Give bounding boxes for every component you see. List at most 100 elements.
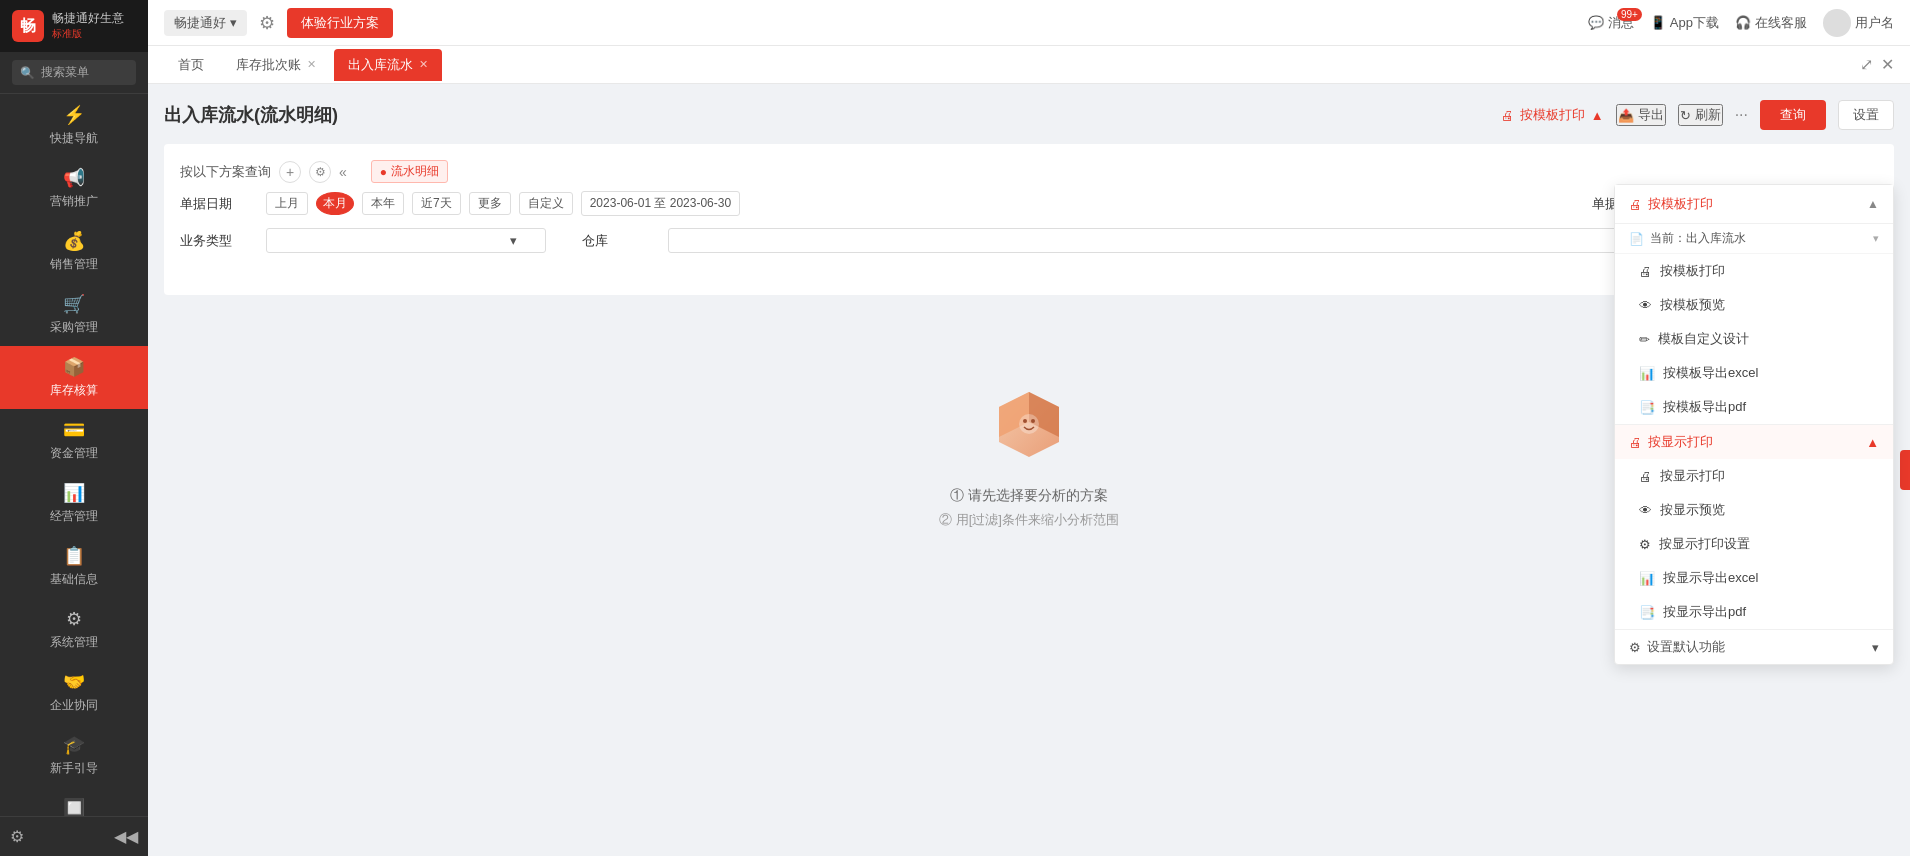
dropdown-item-display-preview[interactable]: 👁 按显示预览 bbox=[1615, 493, 1893, 527]
app-download-label: App下载 bbox=[1670, 14, 1719, 32]
dropdown-item-template-pdf[interactable]: 📑 按模板导出pdf bbox=[1615, 390, 1893, 424]
capital-icon: 💳 bbox=[63, 419, 85, 441]
date-btn-this-month[interactable]: 本月 bbox=[316, 192, 354, 215]
dropdown-title-label: 按模板打印 bbox=[1648, 195, 1713, 213]
cooperation-icon: 🤝 bbox=[63, 671, 85, 693]
sidebar: 畅 畅捷通好生意 标准版 🔍 搜索菜单 ⚡ 快捷导航 📢 营销推广 💰 销售管理… bbox=[0, 0, 148, 856]
printer-icon: 🖨 bbox=[1501, 108, 1514, 123]
inventory-label: 库存核算 bbox=[50, 382, 98, 399]
dropdown-item-display-excel[interactable]: 📊 按显示导出excel bbox=[1615, 561, 1893, 595]
date-btn-custom[interactable]: 自定义 bbox=[519, 192, 573, 215]
refresh-btn[interactable]: ↻ 刷新 bbox=[1678, 104, 1723, 126]
app-edition: 标准版 bbox=[52, 27, 124, 41]
date-btn-7days[interactable]: 近7天 bbox=[412, 192, 461, 215]
sidebar-settings-icon[interactable]: ⚙ bbox=[10, 827, 24, 846]
sidebar-item-inventory[interactable]: 📦 库存核算 bbox=[0, 346, 148, 409]
filter-biztype-select[interactable]: ▾ bbox=[266, 228, 546, 253]
tab-flow-close-icon[interactable]: ✕ bbox=[419, 58, 428, 71]
dropdown-footer[interactable]: ⚙ 设置默认功能 ▾ bbox=[1615, 630, 1893, 664]
marketing-label: 营销推广 bbox=[50, 193, 98, 210]
main-content: 畅捷通好 ▾ ⚙ 体验行业方案 💬 消息 99+ 📱 App下载 🎧 在线客服 bbox=[148, 0, 1910, 856]
sidebar-item-operations[interactable]: 📊 经营管理 bbox=[0, 472, 148, 535]
purchase-label: 采购管理 bbox=[50, 319, 98, 336]
dropdown-header: 🖨 按模板打印 ▲ bbox=[1615, 185, 1893, 224]
export-btn[interactable]: 📤 导出 bbox=[1616, 104, 1666, 126]
tab-expand-icon[interactable]: ⤢ bbox=[1860, 55, 1873, 74]
tab-close-all-icon[interactable]: ✕ bbox=[1881, 55, 1894, 74]
sidebar-item-apps[interactable]: 🔲 应用中心 bbox=[0, 787, 148, 816]
date-range-display[interactable]: 2023-06-01 至 2023-06-30 bbox=[581, 191, 740, 216]
dropdown-item-display-settings[interactable]: ⚙ 按显示打印设置 bbox=[1615, 527, 1893, 561]
dropdown-display-section: 🖨 按显示打印 👁 按显示预览 ⚙ 按显示打印设置 📊 按显示导出excel 📑 bbox=[1615, 459, 1893, 630]
dropdown-item-template-print[interactable]: 🖨 按模板打印 bbox=[1615, 254, 1893, 288]
tab-batch-label: 库存批次账 bbox=[236, 56, 301, 74]
tab-flow[interactable]: 出入库流水 ✕ bbox=[334, 49, 442, 81]
date-btn-more[interactable]: 更多 bbox=[469, 192, 511, 215]
customer-service-label: 在线客服 bbox=[1755, 14, 1807, 32]
filter-settings-btn[interactable]: ⚙ bbox=[309, 161, 331, 183]
guide-icon: 🎓 bbox=[63, 734, 85, 756]
avatar bbox=[1823, 9, 1851, 37]
tab-batch[interactable]: 库存批次账 ✕ bbox=[222, 49, 330, 81]
dropdown-collapse-icon[interactable]: ▲ bbox=[1867, 197, 1879, 211]
tab-home[interactable]: 首页 bbox=[164, 49, 218, 81]
dropdown-item-template-custom[interactable]: ✏ 模板自定义设计 bbox=[1615, 322, 1893, 356]
empty-hint-2: ② 用[过滤]条件来缩小分析范围 bbox=[939, 511, 1119, 529]
sidebar-item-cooperation[interactable]: 🤝 企业协同 bbox=[0, 661, 148, 724]
template-pdf-item-label: 按模板导出pdf bbox=[1663, 398, 1746, 416]
dropdown-sub-arrow-icon: ▾ bbox=[1873, 232, 1879, 245]
sidebar-item-system[interactable]: ⚙ 系统管理 bbox=[0, 598, 148, 661]
message-badge: 99+ bbox=[1617, 8, 1642, 21]
basics-icon: 📋 bbox=[63, 545, 85, 567]
filter-date-label: 单据日期 bbox=[180, 195, 250, 213]
display-print-icon: 🖨 bbox=[1639, 469, 1652, 484]
operations-icon: 📊 bbox=[63, 482, 85, 504]
settings-btn[interactable]: 设置 bbox=[1838, 100, 1894, 130]
customer-service-btn[interactable]: 🎧 在线客服 bbox=[1735, 14, 1807, 32]
header-settings-icon[interactable]: ⚙ bbox=[259, 12, 275, 34]
query-btn[interactable]: 查询 bbox=[1760, 100, 1826, 130]
sidebar-item-basics[interactable]: 📋 基础信息 bbox=[0, 535, 148, 598]
filter-collapse-left-icon[interactable]: « bbox=[339, 164, 347, 180]
sidebar-item-marketing[interactable]: 📢 营销推广 bbox=[0, 157, 148, 220]
display-section-icon: 🖨 bbox=[1629, 435, 1642, 450]
industry-btn[interactable]: 体验行业方案 bbox=[287, 8, 393, 38]
sales-label: 销售管理 bbox=[50, 256, 98, 273]
dropdown-current-template[interactable]: 📄 当前：出入库流水 ▾ bbox=[1615, 224, 1893, 254]
display-settings-icon: ⚙ bbox=[1639, 537, 1651, 552]
sidebar-item-purchase[interactable]: 🛒 采购管理 bbox=[0, 283, 148, 346]
add-condition-btn[interactable]: + bbox=[279, 161, 301, 183]
display-excel-label: 按显示导出excel bbox=[1663, 569, 1758, 587]
quick-nav-icon: ⚡ bbox=[63, 104, 85, 126]
tab-batch-close-icon[interactable]: ✕ bbox=[307, 58, 316, 71]
dropdown-display-section-header[interactable]: 🖨 按显示打印 ▲ bbox=[1615, 425, 1893, 459]
dropdown-printer-icon: 🖨 bbox=[1629, 197, 1642, 212]
sidebar-item-capital[interactable]: 💳 资金管理 bbox=[0, 409, 148, 472]
sidebar-item-sales[interactable]: 💰 销售管理 bbox=[0, 220, 148, 283]
svg-point-4 bbox=[1023, 419, 1027, 423]
sidebar-collapse-icon[interactable]: ◀◀ bbox=[114, 827, 138, 846]
date-btn-this-year[interactable]: 本年 bbox=[362, 192, 404, 215]
header-left: 畅捷通好 ▾ ⚙ 体验行业方案 bbox=[164, 8, 393, 38]
page-title: 出入库流水(流水明细) bbox=[164, 103, 338, 127]
more-btn[interactable]: ··· bbox=[1735, 106, 1748, 124]
dropdown-item-template-excel[interactable]: 📊 按模板导出excel bbox=[1615, 356, 1893, 390]
display-section-arrow-icon: ▲ bbox=[1866, 435, 1879, 450]
dropdown-item-display-print[interactable]: 🖨 按显示打印 bbox=[1615, 459, 1893, 493]
apps-icon: 🔲 bbox=[63, 797, 85, 816]
sidebar-item-guide[interactable]: 🎓 新手引导 bbox=[0, 724, 148, 787]
brand-selector[interactable]: 畅捷通好 ▾ bbox=[164, 10, 247, 36]
app-download-btn[interactable]: 📱 App下载 bbox=[1650, 14, 1719, 32]
header-right: 💬 消息 99+ 📱 App下载 🎧 在线客服 用户名 bbox=[1588, 9, 1894, 37]
user-avatar[interactable]: 用户名 bbox=[1823, 9, 1894, 37]
template-print-btn[interactable]: 🖨 按模板打印 ▲ bbox=[1501, 106, 1604, 124]
sidebar-search-area[interactable]: 🔍 搜索菜单 bbox=[0, 52, 148, 94]
sidebar-item-quick_nav[interactable]: ⚡ 快捷导航 bbox=[0, 94, 148, 157]
message-btn[interactable]: 💬 消息 99+ bbox=[1588, 14, 1634, 32]
right-side-toggle[interactable] bbox=[1900, 450, 1910, 490]
date-btn-last-month[interactable]: 上月 bbox=[266, 192, 308, 215]
dropdown-item-display-pdf[interactable]: 📑 按显示导出pdf bbox=[1615, 595, 1893, 629]
search-menu-btn[interactable]: 🔍 搜索菜单 bbox=[12, 60, 136, 85]
guide-label: 新手引导 bbox=[50, 760, 98, 777]
dropdown-item-template-preview[interactable]: 👁 按模板预览 bbox=[1615, 288, 1893, 322]
